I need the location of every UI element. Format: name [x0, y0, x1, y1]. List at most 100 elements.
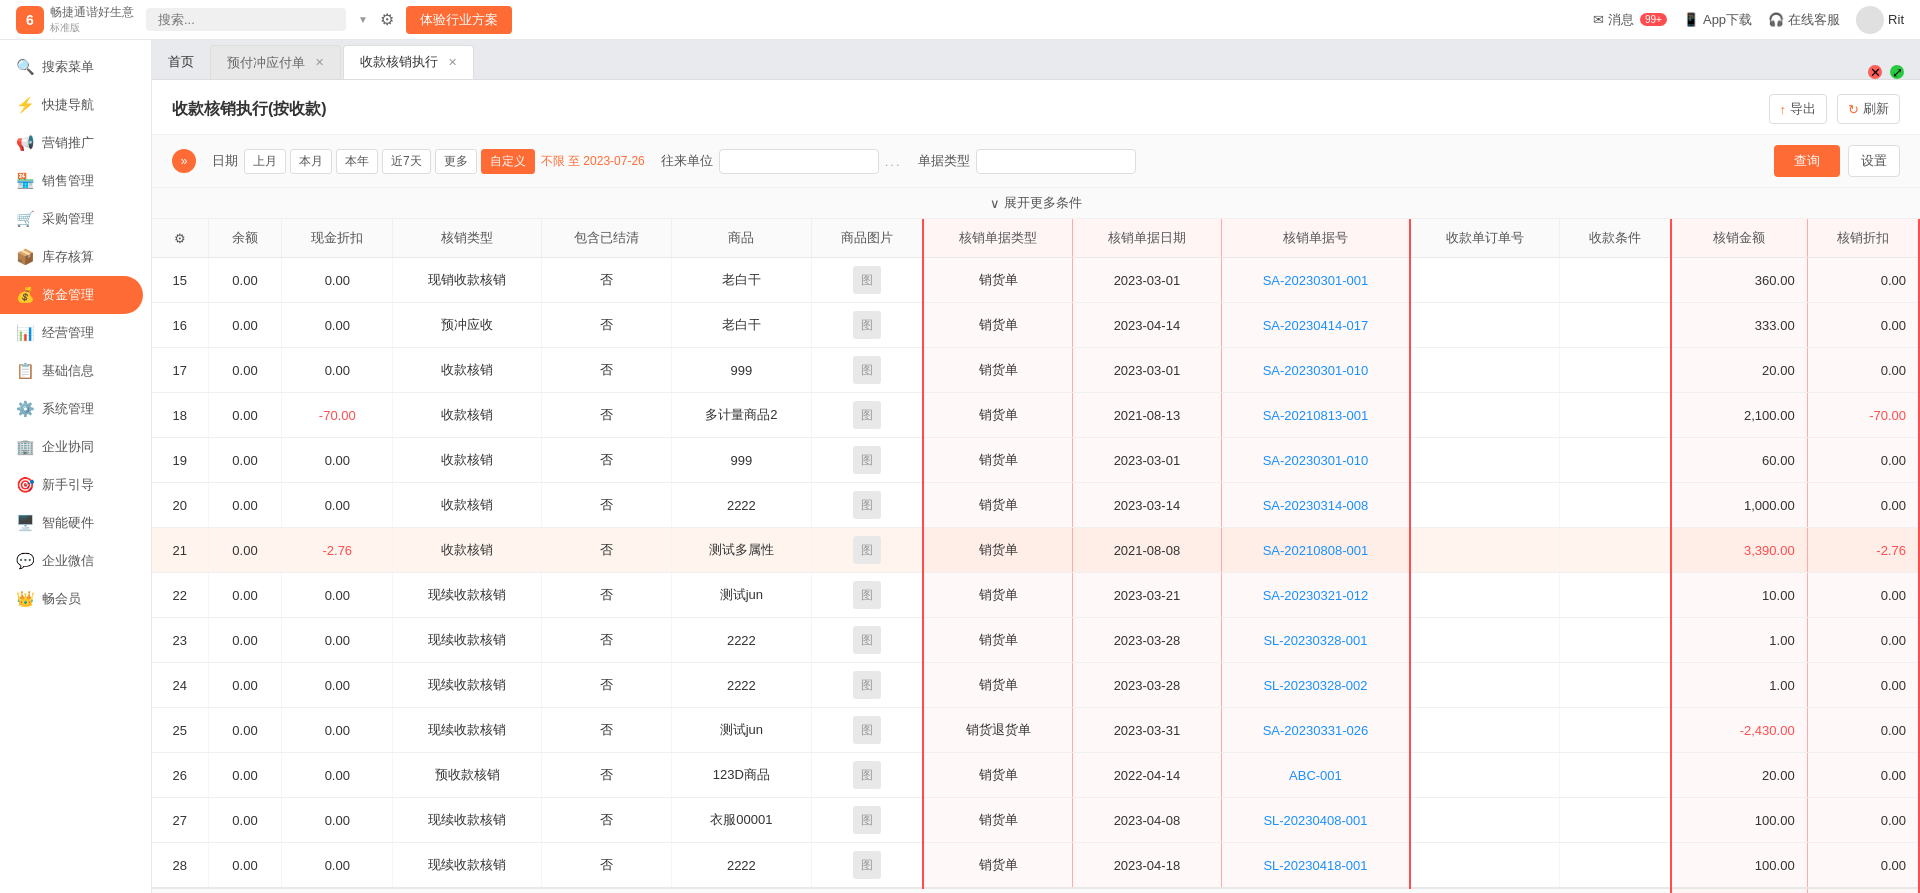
sidebar-item-operation[interactable]: 📊 经营管理 [0, 314, 151, 352]
export-button[interactable]: ↑ 导出 [1769, 94, 1828, 124]
col-verify-type: 核销类型 [393, 219, 542, 258]
sidebar-item-finance[interactable]: 💰 资金管理 [0, 276, 143, 314]
row-verify-type: 现续收款核销 [393, 843, 542, 889]
row-receipt-condition [1559, 303, 1671, 348]
win-max-btn[interactable]: ⤢ [1890, 65, 1904, 79]
sidebar-item-hardware[interactable]: 🖥️ 智能硬件 [0, 504, 151, 542]
top-search-input[interactable] [146, 8, 346, 31]
bill-no-link[interactable]: SA-20230331-026 [1263, 723, 1369, 738]
row-bill-date: 2023-03-14 [1073, 483, 1222, 528]
tab-prepaid[interactable]: 预付冲应付单 ✕ [210, 45, 341, 79]
col-receipt-order-no: 收款单订单号 [1410, 219, 1559, 258]
sidebar-item-wechat[interactable]: 💬 企业微信 [0, 542, 151, 580]
table-wrapper[interactable]: ⚙ 余额 现金折扣 核销类型 包含已结清 商品 商品图片 核销单据类型 核销单据… [152, 219, 1920, 893]
sidebar-item-sales[interactable]: 🏪 销售管理 [0, 162, 151, 200]
sidebar-item-purchase[interactable]: 🛒 采购管理 [0, 200, 151, 238]
gear-button[interactable]: ⚙ [380, 10, 394, 29]
expand-conditions-btn[interactable]: ∨ 展开更多条件 [990, 194, 1082, 212]
phone-icon: 📱 [1683, 12, 1699, 27]
sidebar-label-quick-nav: 快捷导航 [42, 96, 94, 114]
inventory-icon: 📦 [16, 248, 34, 266]
row-bill-type: 销货单 [923, 438, 1072, 483]
sidebar-item-enterprise[interactable]: 🏢 企业协同 [0, 428, 151, 466]
row-include-settled: 否 [541, 618, 671, 663]
product-img-cell: 图 [812, 798, 924, 843]
table-row: 25 0.00 0.00 现续收款核销 否 测试jun 图 销货退货单 2023… [152, 708, 1919, 753]
row-receipt-condition [1559, 663, 1671, 708]
tab-receipt-verify-close[interactable]: ✕ [448, 56, 457, 69]
to-unit-input[interactable] [719, 149, 879, 174]
bill-no-link[interactable]: SL-20230328-002 [1263, 678, 1367, 693]
export-icon: ↑ [1780, 102, 1787, 117]
sidebar-item-member[interactable]: 👑 畅会员 [0, 580, 151, 618]
row-bill-no: SL-20230418-001 [1221, 843, 1410, 889]
row-no: 15 [152, 258, 208, 303]
date-btn-this-month[interactable]: 本月 [290, 149, 332, 174]
tab-prepaid-close[interactable]: ✕ [315, 56, 324, 69]
sidebar-item-marketing[interactable]: 📢 营销推广 [0, 124, 151, 162]
row-balance: 0.00 [208, 663, 282, 708]
bill-no-link[interactable]: SA-20230301-001 [1263, 273, 1369, 288]
refresh-button[interactable]: ↻ 刷新 [1837, 94, 1900, 124]
collapse-button[interactable]: » [172, 149, 196, 173]
bill-no-link[interactable]: SL-20230408-001 [1263, 813, 1367, 828]
bill-no-link[interactable]: SL-20230328-001 [1263, 633, 1367, 648]
product-img-cell: 图 [812, 258, 924, 303]
sidebar-item-quick-nav[interactable]: ⚡ 快捷导航 [0, 86, 151, 124]
online-service-item[interactable]: 🎧 在线客服 [1768, 11, 1840, 29]
top-bar-right: ✉ 消息 99+ 📱 App下载 🎧 在线客服 Rit [1593, 6, 1904, 34]
row-verify-amount: 2,100.00 [1671, 393, 1807, 438]
sidebar-label-basic: 基础信息 [42, 362, 94, 380]
sidebar-item-guide[interactable]: 🎯 新手引导 [0, 466, 151, 504]
sidebar-item-basic[interactable]: 📋 基础信息 [0, 352, 151, 390]
bill-no-link[interactable]: SA-20230301-010 [1263, 453, 1369, 468]
bill-no-link[interactable]: SA-20230301-010 [1263, 363, 1369, 378]
bill-no-link[interactable]: SA-20230414-017 [1263, 318, 1369, 333]
row-verify-discount: 0.00 [1807, 258, 1919, 303]
tab-receipt-verify[interactable]: 收款核销执行 ✕ [343, 45, 474, 79]
app-download-label: App下载 [1703, 11, 1752, 29]
sidebar-item-search[interactable]: 🔍 搜索菜单 [0, 48, 151, 86]
bill-no-link[interactable]: SA-20210808-001 [1263, 543, 1369, 558]
row-cash-discount: 0.00 [282, 618, 393, 663]
row-no: 26 [152, 753, 208, 798]
row-no: 22 [152, 573, 208, 618]
date-btn-7days[interactable]: 近7天 [382, 149, 431, 174]
query-button[interactable]: 查询 [1774, 145, 1840, 177]
row-receipt-condition [1559, 843, 1671, 889]
row-balance: 0.00 [208, 798, 282, 843]
bill-no-link[interactable]: SL-20230418-001 [1263, 858, 1367, 873]
date-btn-this-year[interactable]: 本年 [336, 149, 378, 174]
bill-no-link[interactable]: SA-20230314-008 [1263, 498, 1369, 513]
user-name: Rit [1888, 12, 1904, 27]
date-btn-custom[interactable]: 自定义 [481, 149, 535, 174]
row-include-settled: 否 [541, 258, 671, 303]
settings-button[interactable]: 设置 [1848, 145, 1900, 177]
sidebar-item-system[interactable]: ⚙️ 系统管理 [0, 390, 151, 428]
basic-icon: 📋 [16, 362, 34, 380]
user-area[interactable]: Rit [1856, 6, 1904, 34]
row-receipt-order-no [1410, 303, 1559, 348]
table-row: 16 0.00 0.00 预冲应收 否 老白干 图 销货单 2023-04-14… [152, 303, 1919, 348]
app-download-item[interactable]: 📱 App下载 [1683, 11, 1752, 29]
headset-icon: 🎧 [1768, 12, 1784, 27]
bill-no-link[interactable]: SA-20230321-012 [1263, 588, 1369, 603]
col-product: 商品 [671, 219, 811, 258]
date-label: 日期 [212, 152, 238, 170]
trial-button[interactable]: 体验行业方案 [406, 6, 512, 34]
page-header: 收款核销执行(按收款) ↑ 导出 ↻ 刷新 [152, 80, 1920, 135]
row-balance: 0.00 [208, 438, 282, 483]
sidebar-item-inventory[interactable]: 📦 库存核算 [0, 238, 151, 276]
col-gear[interactable]: ⚙ [152, 219, 208, 258]
date-btn-more[interactable]: 更多 [435, 149, 477, 174]
row-verify-type: 现续收款核销 [393, 618, 542, 663]
bill-no-link[interactable]: SA-20210813-001 [1263, 408, 1369, 423]
bill-no-link[interactable]: ABC-001 [1289, 768, 1342, 783]
col-verify-amount: 核销金额 [1671, 219, 1807, 258]
date-btn-last-month[interactable]: 上月 [244, 149, 286, 174]
row-receipt-order-no [1410, 708, 1559, 753]
message-item[interactable]: ✉ 消息 99+ [1593, 11, 1667, 29]
win-close-btn[interactable]: ✕ [1868, 65, 1882, 79]
bill-type-select[interactable] [976, 149, 1136, 174]
tab-home[interactable]: 首页 [152, 45, 210, 79]
